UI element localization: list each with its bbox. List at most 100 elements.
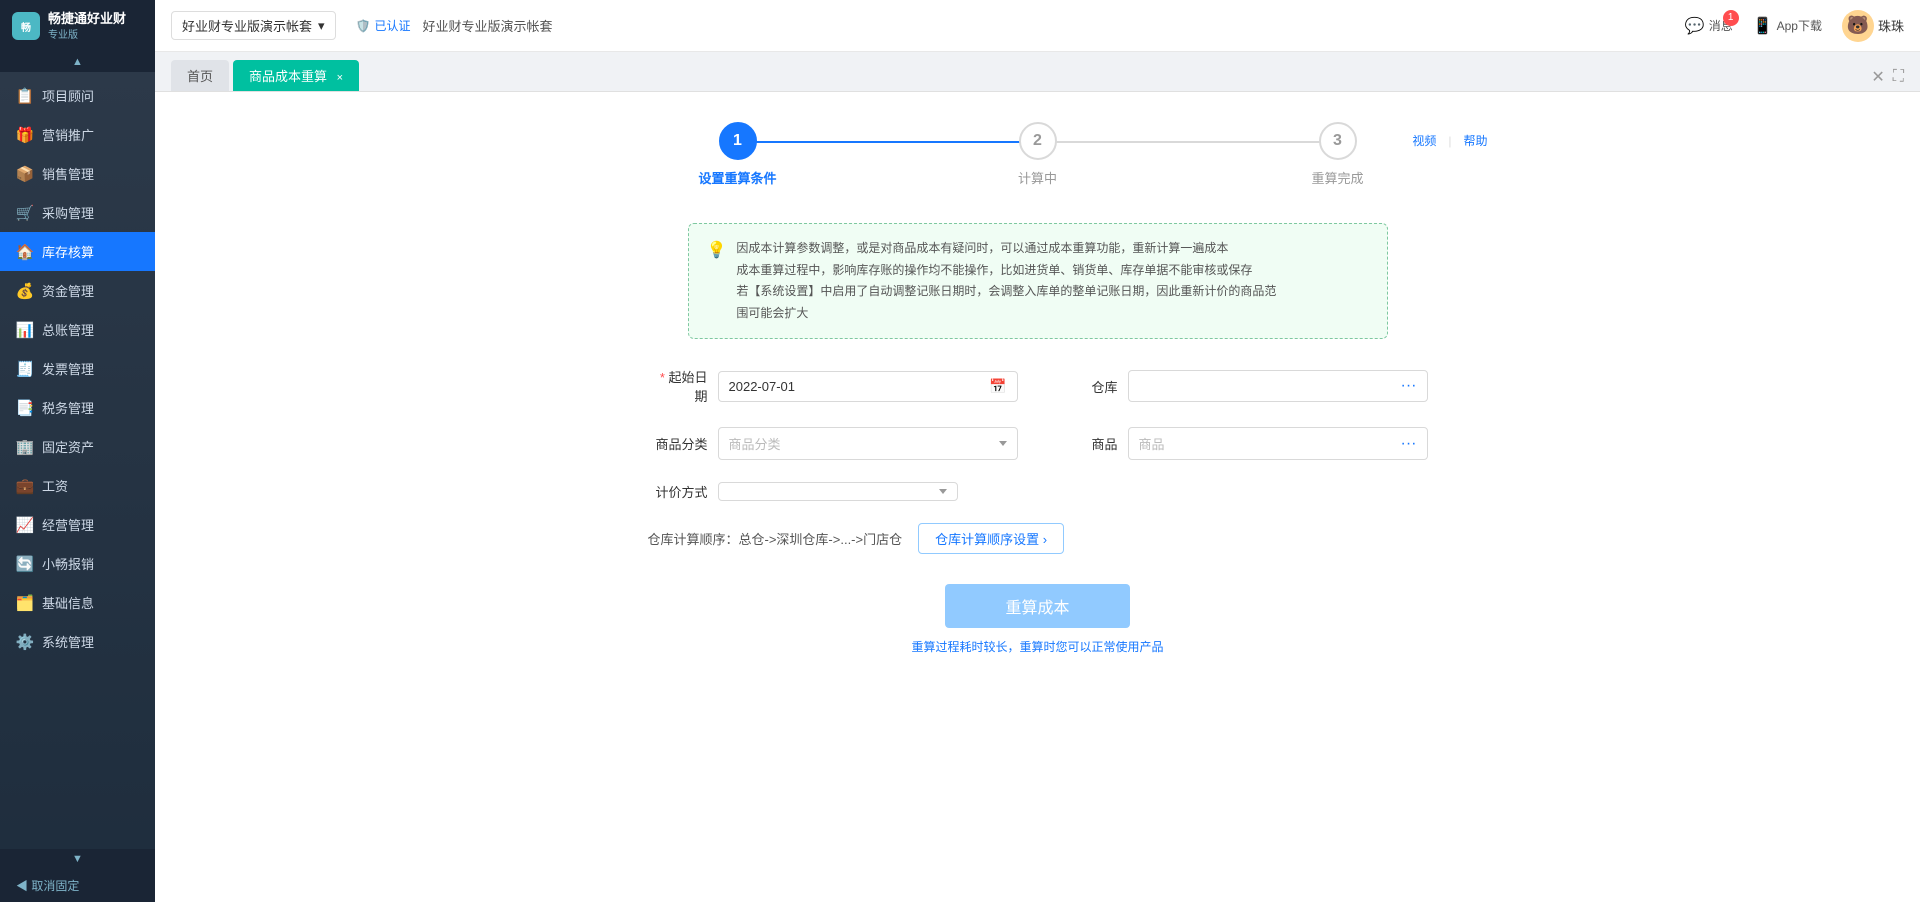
category-chevron-icon	[999, 441, 1007, 446]
sidebar-item-finance[interactable]: 💰 资金管理	[0, 271, 155, 310]
topbar: 好业财专业版演示帐套 ▾ 🛡️ 已认证 好业财专业版演示帐套 💬 消息 1 📱 …	[155, 0, 1920, 52]
app-download-label: App下载	[1777, 17, 1822, 34]
recalc-hint: 重算过程耗时较长，重算时您可以正常使用产品	[648, 638, 1428, 655]
info-line-4: 围可能会扩大	[736, 303, 1276, 325]
category-select[interactable]: 商品分类	[718, 427, 1018, 460]
help-video-link[interactable]: 视频	[1412, 132, 1436, 149]
sidebar-item-accounting[interactable]: 📊 总账管理	[0, 310, 155, 349]
messages-button[interactable]: 💬 消息 1	[1685, 16, 1733, 36]
sales-icon: 📦	[16, 165, 34, 183]
tab-actions: ✕ ⛶	[1871, 67, 1904, 91]
info-line-2: 成本重算过程中，影响库存账的操作均不能操作，比如进货单、销货单、库存单据不能审核…	[736, 260, 1276, 282]
sidebar-item-operations[interactable]: 📈 经营管理	[0, 505, 155, 544]
sidebar-item-label: 库存核算	[42, 242, 94, 261]
sidebar-item-sales[interactable]: 📦 销售管理	[0, 154, 155, 193]
warehouse-order-settings-button[interactable]: 仓库计算顺序设置 ›	[918, 523, 1064, 554]
marketing-icon: 🎁	[16, 126, 34, 144]
account-dropdown-icon: ▾	[318, 18, 325, 34]
sidebar-item-label: 小畅报销	[42, 554, 94, 573]
step-3-number: 3	[1333, 132, 1342, 150]
tab-home-label: 首页	[187, 69, 213, 84]
step-2-label: 计算中	[1018, 168, 1057, 187]
category-label: 商品分类	[648, 434, 718, 453]
sidebar-unpin[interactable]: ◀ 取消固定	[0, 869, 155, 902]
sidebar-item-system[interactable]: ⚙️ 系统管理	[0, 622, 155, 661]
close-window-icon[interactable]: ✕	[1871, 67, 1884, 87]
info-line-1: 因成本计算参数调整，或是对商品成本有疑问时，可以通过成本重算功能，重新计算一遍成…	[736, 238, 1276, 260]
avatar: 🐻	[1842, 10, 1874, 42]
sidebar-item-label: 销售管理	[42, 164, 94, 183]
warehouse-order-label: 仓库计算顺序：总仓->深圳仓库->...->门店仓	[648, 529, 903, 548]
sidebar-item-assets[interactable]: 🏢 固定资产	[0, 427, 155, 466]
step-1-number: 1	[733, 132, 742, 150]
sidebar-scroll-down[interactable]: ▼	[0, 849, 155, 869]
sidebar-header: 畅 畅捷通好业财 专业版	[0, 0, 155, 52]
sidebar-item-expense[interactable]: 🔄 小畅报销	[0, 544, 155, 583]
maximize-window-icon[interactable]: ⛶	[1893, 68, 1904, 86]
app-download-button[interactable]: 📱 App下载	[1753, 16, 1822, 36]
tab-recalc[interactable]: 商品成本重算 ×	[233, 60, 359, 91]
sidebar-item-tax[interactable]: 📑 税务管理	[0, 388, 155, 427]
form-field-warehouse: 仓库 ···	[1058, 370, 1428, 402]
goods-more-icon[interactable]: ···	[1393, 435, 1417, 453]
sidebar-title: 畅捷通好业财 专业版	[48, 11, 126, 42]
topbar-right: 💬 消息 1 📱 App下载 🐻 珠珠	[1685, 10, 1904, 42]
user-avatar-button[interactable]: 🐻 珠珠	[1842, 10, 1904, 42]
step-2-circle: 2	[1019, 122, 1057, 160]
app-edition: 专业版	[48, 26, 126, 41]
info-line-3: 若【系统设置】中启用了自动调整记账日期时，会调整入库单的整单记账日期，因此重新计…	[736, 281, 1276, 303]
account-selector[interactable]: 好业财专业版演示帐套 ▾	[171, 11, 336, 40]
sidebar-item-project[interactable]: 📋 项目顾问	[0, 76, 155, 115]
main-area: 好业财专业版演示帐套 ▾ 🛡️ 已认证 好业财专业版演示帐套 💬 消息 1 📱 …	[155, 0, 1920, 902]
step-1-circle: 1	[719, 122, 757, 160]
sidebar-item-label: 总账管理	[42, 320, 94, 339]
sidebar-item-label: 固定资产	[42, 437, 94, 456]
sidebar-item-label: 营销推广	[42, 125, 94, 144]
sidebar-item-purchase[interactable]: 🛒 采购管理	[0, 193, 155, 232]
sidebar-item-label: 资金管理	[42, 281, 94, 300]
accounting-icon: 📊	[16, 321, 34, 339]
tab-close-icon[interactable]: ×	[337, 72, 343, 84]
sidebar-item-payroll[interactable]: 💼 工资	[0, 466, 155, 505]
sidebar-item-basic[interactable]: 🗂️ 基础信息	[0, 583, 155, 622]
info-box: 💡 因成本计算参数调整，或是对商品成本有疑问时，可以通过成本重算功能，重新计算一…	[688, 223, 1388, 339]
sidebar-item-label: 项目顾问	[42, 86, 94, 105]
pricing-label: 计价方式	[648, 482, 718, 501]
tabbar: 首页 商品成本重算 × ✕ ⛶	[155, 52, 1920, 92]
warehouse-order-row: 仓库计算顺序：总仓->深圳仓库->...->门店仓 仓库计算顺序设置 ›	[648, 523, 1428, 554]
goods-input[interactable]: 商品 ···	[1128, 427, 1428, 460]
sidebar-item-inventory[interactable]: 🏠 库存核算	[0, 232, 155, 271]
unpin-label: ◀ 取消固定	[16, 877, 79, 894]
tax-icon: 📑	[16, 399, 34, 417]
messages-badge: 1	[1723, 10, 1739, 26]
warehouse-input[interactable]: ···	[1128, 370, 1428, 402]
steps-indicator: 1 设置重算条件 2 计算中 3 重算完成 视频 |	[588, 122, 1488, 187]
sidebar-item-marketing[interactable]: 🎁 营销推广	[0, 115, 155, 154]
step-3-circle: 3	[1319, 122, 1357, 160]
form-field-start-date: 起始日期 2022-07-01 📅	[648, 367, 1018, 405]
pricing-select[interactable]	[718, 482, 958, 501]
operations-icon: 📈	[16, 516, 34, 534]
system-icon: ⚙️	[16, 633, 34, 651]
help-separator: |	[1448, 134, 1451, 148]
app-logo: 畅	[12, 12, 40, 40]
recalc-button[interactable]: 重算成本	[945, 584, 1129, 628]
sidebar-nav: 📋 项目顾问 🎁 营销推广 📦 销售管理 🛒 采购管理 🏠 库存核算 💰 资金管…	[0, 72, 155, 849]
step-2: 2 计算中	[888, 122, 1188, 187]
message-icon: 💬	[1685, 16, 1705, 36]
warehouse-more-icon[interactable]: ···	[1393, 377, 1417, 395]
purchase-icon: 🛒	[16, 204, 34, 222]
sidebar-item-label: 税务管理	[42, 398, 94, 417]
sidebar-item-invoice[interactable]: 🧾 发票管理	[0, 349, 155, 388]
tab-home[interactable]: 首页	[171, 60, 229, 91]
start-date-input[interactable]: 2022-07-01 📅	[718, 371, 1018, 402]
verified-label: 已认证	[375, 17, 411, 34]
goods-label: 商品	[1058, 434, 1128, 453]
step-1: 1 设置重算条件	[588, 122, 888, 187]
submit-area: 重算成本 重算过程耗时较长，重算时您可以正常使用产品	[648, 584, 1428, 655]
warehouse-label: 仓库	[1058, 377, 1128, 396]
sidebar-scroll-up[interactable]: ▲	[0, 52, 155, 72]
help-link[interactable]: 帮助	[1463, 132, 1487, 149]
download-icon: 📱	[1753, 16, 1773, 36]
calendar-icon[interactable]: 📅	[989, 378, 1006, 395]
